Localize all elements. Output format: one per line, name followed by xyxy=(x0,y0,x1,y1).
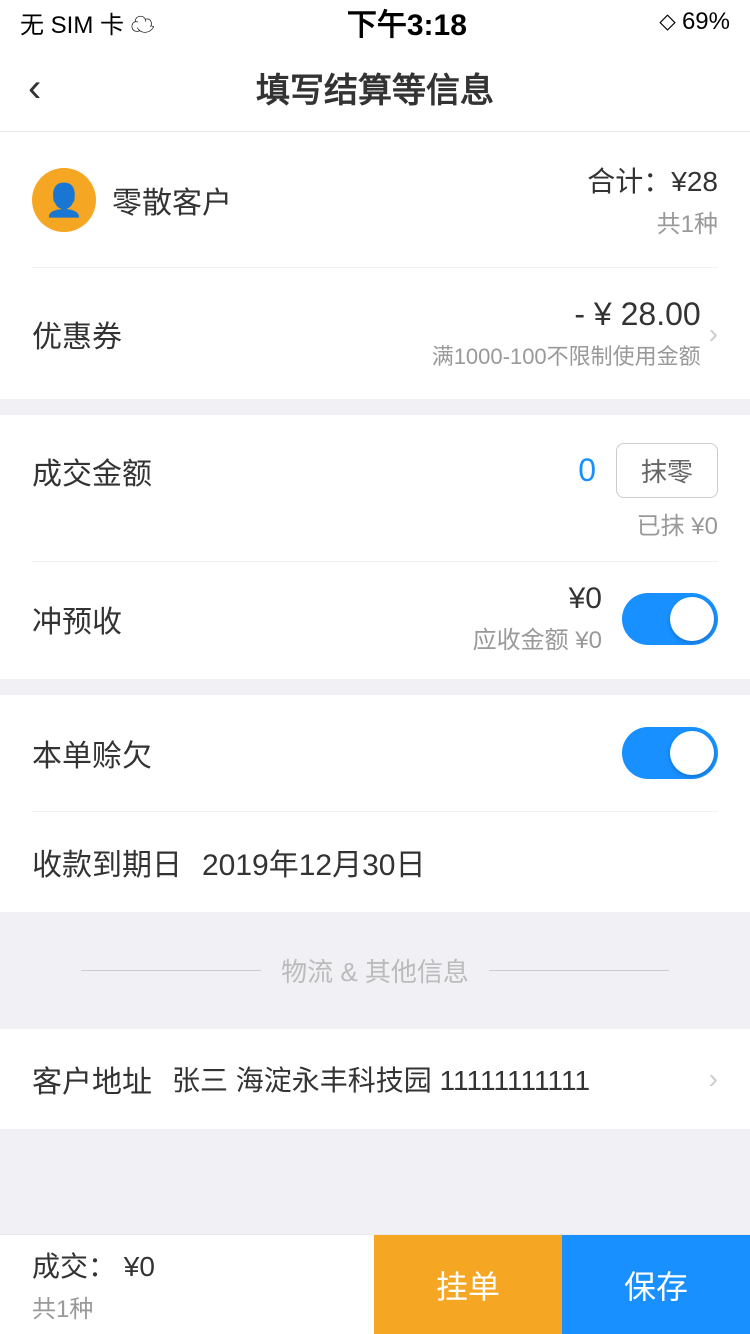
prepay-row: 冲预收 ¥0 应收金额 ¥0 xyxy=(32,561,718,679)
debit-row: 本单赊欠 xyxy=(32,695,718,811)
bottom-info: 成交： ¥0 共1种 xyxy=(0,1245,374,1324)
address-label: 客户地址 xyxy=(32,1057,152,1101)
back-button[interactable]: ‹ xyxy=(28,68,41,108)
address-row[interactable]: 客户地址 张三 海淀永丰科技园 11111111111 › xyxy=(32,1029,718,1129)
debit-toggle-knob xyxy=(670,731,714,775)
save-button[interactable]: 保存 xyxy=(562,1235,750,1334)
address-chevron-icon: › xyxy=(709,1063,718,1095)
debit-toggle[interactable] xyxy=(622,727,718,779)
prepay-label: 冲预收 xyxy=(32,597,122,641)
customer-left: 👤 零散客户 xyxy=(32,168,232,232)
coupon-desc: 满1000-100不限制使用金额 xyxy=(432,339,701,371)
deal-label: 成交： xyxy=(32,1251,116,1282)
duedate-row: 收款到期日 2019年12月30日 xyxy=(32,811,718,912)
prepay-amount: ¥0 xyxy=(473,582,602,616)
battery-level: 69% xyxy=(682,8,730,36)
amount-value: 0 xyxy=(578,452,596,489)
address-section[interactable]: 客户地址 张三 海淀永丰科技园 11111111111 › xyxy=(0,1029,750,1129)
customer-right: 合计：¥28 共1种 xyxy=(587,160,718,239)
hang-button[interactable]: 挂单 xyxy=(374,1235,562,1334)
prepay-receivable: 应收金额 ¥0 xyxy=(473,620,602,655)
coupon-row[interactable]: 优惠券 - ¥ 28.00 满1000-100不限制使用金额 › xyxy=(0,268,750,399)
person-icon: 👤 xyxy=(44,181,84,219)
logistics-label: 物流 & 其他信息 xyxy=(281,952,469,989)
status-time: 下午3:18 xyxy=(347,0,467,44)
total-amount: 合计：¥28 xyxy=(587,160,718,200)
coupon-right: - ¥ 28.00 满1000-100不限制使用金额 xyxy=(432,296,701,371)
chevron-right-icon: › xyxy=(709,318,718,350)
amount-section: 成交金额 0 抹零 已抹 ¥0 冲预收 ¥0 应收金额 ¥0 xyxy=(0,415,750,679)
debit-section: 本单赊欠 收款到期日 2019年12月30日 xyxy=(0,695,750,912)
debit-label: 本单赊欠 xyxy=(32,731,152,775)
coupon-discount: - ¥ 28.00 xyxy=(432,296,701,333)
deal-amount: ¥0 xyxy=(124,1251,155,1282)
customer-row: 👤 零散客户 合计：¥28 共1种 xyxy=(0,132,750,267)
avatar: 👤 xyxy=(32,168,96,232)
logistics-divider: 物流 & 其他信息 xyxy=(0,952,750,989)
round-button[interactable]: 抹零 xyxy=(616,443,718,498)
amount-row: 成交金额 0 抹零 xyxy=(32,415,718,506)
amount-label: 成交金额 xyxy=(32,449,152,493)
prepay-values: ¥0 应收金额 ¥0 xyxy=(473,582,602,655)
battery-icon: ⬦ xyxy=(659,8,676,36)
coupon-label: 优惠券 xyxy=(32,312,122,356)
total-count: 共1种 xyxy=(587,204,718,239)
bottom-deal: 成交： ¥0 xyxy=(32,1245,342,1285)
status-bar: 无 SIM 卡 ☁ 下午3:18 ⬦ 69% xyxy=(0,0,750,44)
page-title: 填写结算等信息 xyxy=(256,63,494,112)
amount-right: 0 抹零 xyxy=(578,443,718,498)
status-right: ⬦ 69% xyxy=(659,8,730,36)
customer-name: 零散客户 xyxy=(112,178,232,222)
coupon-right-wrapper: - ¥ 28.00 满1000-100不限制使用金额 › xyxy=(432,296,718,371)
logistics-section: 物流 & 其他信息 xyxy=(0,928,750,1013)
duedate-label: 收款到期日 xyxy=(32,840,182,884)
prepay-toggle[interactable] xyxy=(622,593,718,645)
address-value: 张三 海淀永丰科技园 11111111111 xyxy=(172,1059,709,1099)
status-left: 无 SIM 卡 ☁ xyxy=(20,5,155,40)
nav-bar: ‹ 填写结算等信息 xyxy=(0,44,750,132)
customer-section: 👤 零散客户 合计：¥28 共1种 优惠券 - ¥ 28.00 满1000-10… xyxy=(0,132,750,399)
amount-sub: 已抹 ¥0 xyxy=(32,506,718,561)
bottom-count: 共1种 xyxy=(32,1289,342,1324)
toggle-knob xyxy=(670,597,714,641)
bottom-bar: 成交： ¥0 共1种 挂单 保存 xyxy=(0,1234,750,1334)
duedate-value: 2019年12月30日 xyxy=(202,840,425,884)
sim-status: 无 SIM 卡 ☁ xyxy=(20,5,155,40)
prepay-right: ¥0 应收金额 ¥0 xyxy=(473,582,718,655)
